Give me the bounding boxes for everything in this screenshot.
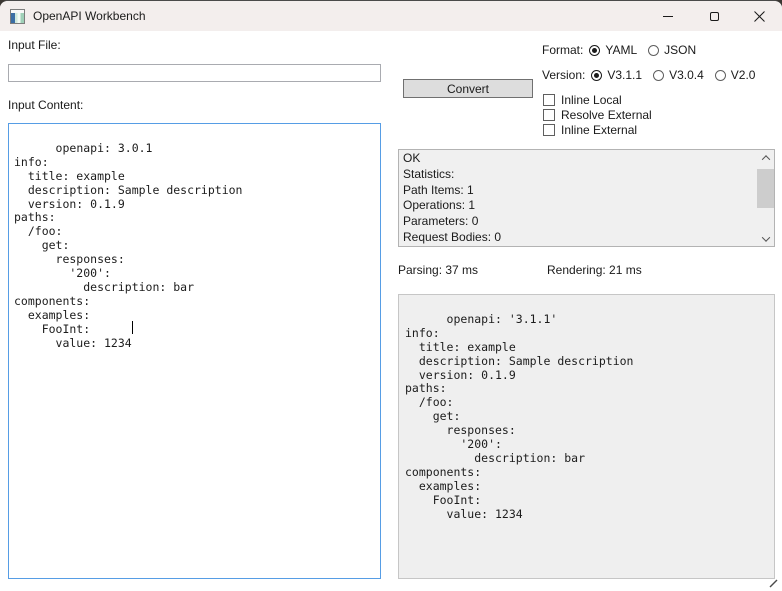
status-scrollbar[interactable] xyxy=(757,150,774,246)
version-radio-group: Version: V3.1.1 V3.0.4 V2.0 xyxy=(542,67,766,83)
checkbox-resolve-external[interactable]: Resolve External xyxy=(543,108,652,122)
input-content-label: Input Content: xyxy=(8,98,83,112)
radio-v304-label: V3.0.4 xyxy=(669,68,704,82)
radio-option-v311[interactable]: V3.1.1 xyxy=(591,68,642,82)
rendering-time-label: Rendering: 21 ms xyxy=(547,263,642,277)
resolve-external-label: Resolve External xyxy=(561,108,652,122)
converted-output-box[interactable]: openapi: '3.1.1' info: title: example de… xyxy=(398,294,775,579)
checkbox-inline-external[interactable]: Inline External xyxy=(543,123,637,137)
status-output-box[interactable]: OK Statistics: Path Items: 1 Operations:… xyxy=(398,149,775,247)
input-content-textarea[interactable]: openapi: 3.0.1 info: title: example desc… xyxy=(8,123,381,579)
convert-button-label: Convert xyxy=(447,82,489,96)
minimize-button[interactable] xyxy=(645,1,691,31)
radio-option-json[interactable]: JSON xyxy=(648,43,696,57)
converted-output-text: openapi: '3.1.1' info: title: example de… xyxy=(405,312,633,521)
title-bar[interactable]: OpenAPI Workbench xyxy=(0,1,782,31)
radio-option-yaml[interactable]: YAML xyxy=(589,43,637,57)
radio-option-v20[interactable]: V2.0 xyxy=(715,68,756,82)
radio-v20-label: V2.0 xyxy=(731,68,756,82)
minimize-icon xyxy=(663,16,673,17)
inline-local-label: Inline Local xyxy=(561,93,622,107)
scrollbar-down-button[interactable] xyxy=(757,231,774,246)
convert-button[interactable]: Convert xyxy=(403,79,533,98)
radio-v311-label: V3.1.1 xyxy=(607,68,642,82)
inline-external-checkbox-icon xyxy=(543,124,555,136)
radio-v20-icon xyxy=(715,70,726,81)
input-content-text: openapi: 3.0.1 info: title: example desc… xyxy=(14,141,242,350)
radio-v311-icon xyxy=(591,70,602,81)
inline-external-label: Inline External xyxy=(561,123,637,137)
checkbox-inline-local[interactable]: Inline Local xyxy=(543,93,622,107)
resize-grip[interactable] xyxy=(768,579,778,588)
radio-option-v304[interactable]: V3.0.4 xyxy=(653,68,704,82)
format-radio-group: Format: YAML JSON xyxy=(542,42,707,58)
radio-json-label: JSON xyxy=(664,43,696,57)
input-file-field[interactable] xyxy=(8,64,381,82)
input-file-label: Input File: xyxy=(8,38,61,52)
radio-yaml-icon xyxy=(589,45,600,56)
chevron-down-icon xyxy=(761,233,769,241)
radio-v304-icon xyxy=(653,70,664,81)
scrollbar-up-button[interactable] xyxy=(757,150,774,165)
close-button[interactable] xyxy=(736,1,782,31)
version-label: Version: xyxy=(542,68,585,82)
app-icon xyxy=(10,9,25,24)
window-title: OpenAPI Workbench xyxy=(33,9,146,23)
inline-local-checkbox-icon xyxy=(543,94,555,106)
text-caret xyxy=(132,321,133,334)
maximize-button[interactable] xyxy=(691,1,737,31)
resolve-external-checkbox-icon xyxy=(543,109,555,121)
maximize-icon xyxy=(710,12,719,21)
format-label: Format: xyxy=(542,43,583,57)
chevron-up-icon xyxy=(761,155,769,163)
radio-json-icon xyxy=(648,45,659,56)
status-text: OK Statistics: Path Items: 1 Operations:… xyxy=(399,150,757,246)
scrollbar-thumb[interactable] xyxy=(757,169,774,208)
radio-yaml-label: YAML xyxy=(605,43,637,57)
close-icon xyxy=(754,11,765,22)
app-window: OpenAPI Workbench Input File: Input Cont… xyxy=(0,0,782,591)
parsing-time-label: Parsing: 37 ms xyxy=(398,263,478,277)
